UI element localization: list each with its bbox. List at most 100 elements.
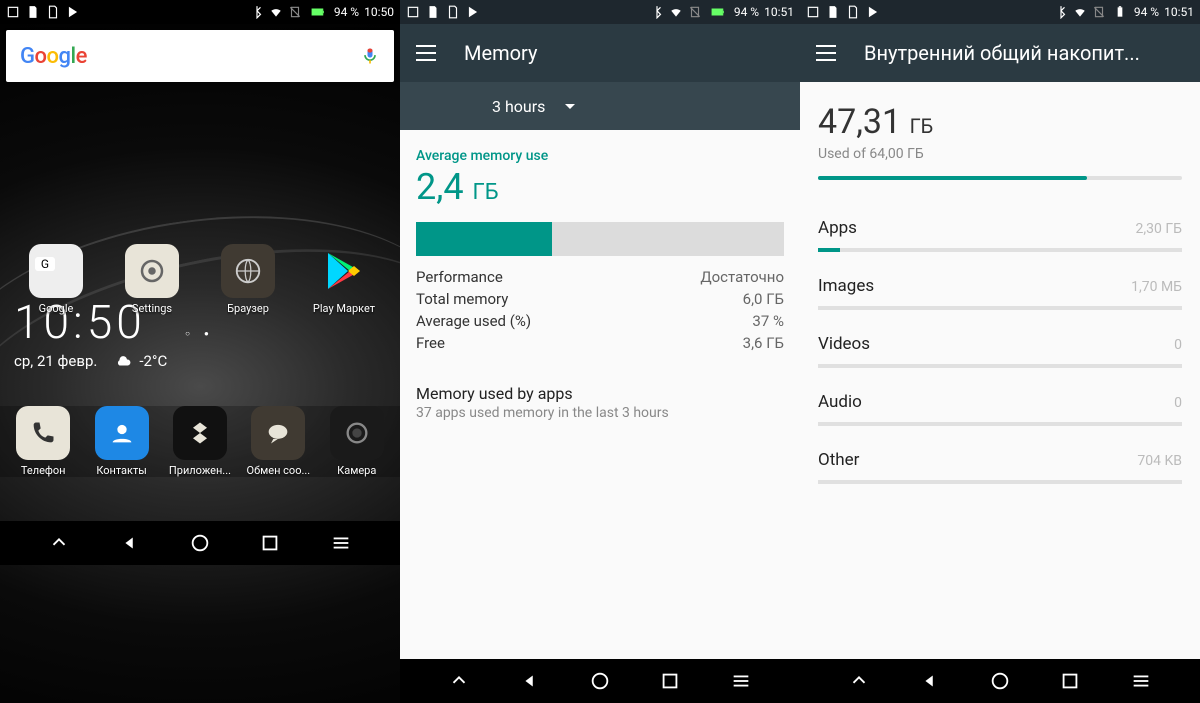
storage-settings-screen: 94 % 10:51 Внутренний общий накопит... 4…	[800, 0, 1200, 703]
status-bar: 94 % 10:51	[800, 0, 1200, 24]
page-indicator: ○ ●	[0, 329, 400, 338]
category-value: 704 KB	[1137, 453, 1182, 469]
google-search-bar[interactable]: Google	[6, 30, 394, 82]
screenshot-icon	[6, 5, 20, 19]
nav-home-icon[interactable]	[589, 670, 611, 692]
dock-phone[interactable]: Телефон	[7, 406, 79, 477]
dock-camera[interactable]: Камера	[321, 406, 393, 477]
page-title: Внутренний общий накопит...	[864, 41, 1140, 65]
wifi-icon	[269, 5, 283, 19]
storage-category[interactable]: Videos 0	[818, 310, 1182, 368]
category-value: 0	[1174, 337, 1182, 353]
bluetooth-icon	[250, 5, 264, 19]
app-settings[interactable]: Settings	[116, 244, 188, 315]
storage-category[interactable]: Audio0	[818, 368, 1182, 426]
bluetooth-icon	[1054, 5, 1068, 19]
nav-recent-icon[interactable]	[259, 532, 281, 554]
battery-icon	[1111, 5, 1129, 19]
sim-icon	[446, 5, 460, 19]
storage-summary: 47,31 ГБ Used of 64,00 ГБ	[800, 82, 1200, 190]
battery-pct: 94 %	[734, 5, 759, 19]
dock-apps[interactable]: Приложен...	[164, 406, 236, 477]
nav-recent-icon[interactable]	[1059, 670, 1081, 692]
status-bar: 94 % 10:51	[400, 0, 800, 24]
app-google-folder[interactable]: G Google	[20, 244, 92, 315]
avg-memory-label: Average memory use	[416, 148, 784, 164]
memory-settings-screen: 94 % 10:51 Memory 3 hours Average memory…	[400, 0, 800, 703]
category-name: Images	[818, 276, 874, 296]
widget-weather: -2°C	[115, 352, 167, 370]
dock-messages[interactable]: Обмен соо...	[242, 406, 314, 477]
storage-category[interactable]: Apps2,30 ГБ	[818, 194, 1182, 252]
nav-bar	[400, 659, 800, 703]
sd-icon	[426, 5, 440, 19]
hamburger-icon[interactable]	[416, 45, 436, 61]
nav-back-icon[interactable]	[119, 532, 141, 554]
category-bar	[818, 364, 1182, 368]
page-title: Memory	[464, 41, 537, 65]
clock: 10:50	[364, 5, 394, 19]
stat-value: 37 %	[752, 312, 784, 330]
app-bar: Внутренний общий накопит...	[800, 24, 1200, 82]
nav-voice-icon[interactable]	[848, 670, 870, 692]
no-sim-icon	[288, 5, 302, 19]
bluetooth-icon	[650, 5, 664, 19]
wifi-icon	[1073, 5, 1087, 19]
battery-pct: 94 %	[1134, 5, 1159, 19]
stat-key: Average used (%)	[416, 312, 531, 330]
category-bar	[818, 306, 1182, 310]
category-value: 0	[1174, 395, 1182, 411]
chevron-down-icon	[565, 104, 575, 109]
timespan-dropdown[interactable]: 3 hours	[400, 82, 800, 130]
wifi-icon	[669, 5, 683, 19]
play-icon	[866, 5, 880, 19]
sd-icon	[826, 5, 840, 19]
nav-menu-icon[interactable]	[730, 670, 752, 692]
stat-value: 6,0 ГБ	[743, 290, 784, 308]
stat-value: 3,6 ГБ	[743, 334, 784, 352]
app-browser[interactable]: Браузер	[212, 244, 284, 315]
storage-category[interactable]: Other 704 KB	[818, 426, 1182, 484]
apps-memory-sub: 37 apps used memory in the last 3 hours	[416, 405, 784, 421]
storage-used-value: 47,31 ГБ	[818, 102, 1182, 142]
nav-recent-icon[interactable]	[659, 670, 681, 692]
play-icon	[66, 5, 80, 19]
memory-stat-row: PerformanceДостаточно	[416, 266, 784, 288]
hamburger-icon[interactable]	[816, 45, 836, 61]
nav-home-icon[interactable]	[189, 532, 211, 554]
nav-bar	[0, 521, 400, 565]
nav-home-icon[interactable]	[989, 670, 1011, 692]
battery-icon	[707, 5, 729, 19]
nav-bar	[800, 659, 1200, 703]
storage-used-sub: Used of 64,00 ГБ	[818, 146, 1182, 162]
nav-voice-icon[interactable]	[448, 670, 470, 692]
category-value: 2,30 ГБ	[1136, 221, 1182, 237]
apps-memory-title[interactable]: Memory used by apps	[416, 384, 784, 403]
dock-contacts[interactable]: Контакты	[86, 406, 158, 477]
storage-bar	[818, 176, 1182, 180]
category-bar	[818, 480, 1182, 484]
widget-date: ср, 21 февр.	[14, 352, 97, 370]
memory-stat-row: Average used (%) 37 %	[416, 310, 784, 332]
app-bar: Memory	[400, 24, 800, 82]
home-screen: 94 % 10:50 Google 10:50 ср, 21 февр. -2°…	[0, 0, 400, 703]
category-name: Other	[818, 450, 859, 470]
nav-menu-icon[interactable]	[330, 532, 352, 554]
stat-value: Достаточно	[700, 268, 784, 286]
mic-icon[interactable]	[360, 46, 380, 66]
category-name: Videos	[818, 334, 870, 354]
category-value: 1,70 МБ	[1131, 279, 1182, 295]
nav-back-icon[interactable]	[519, 670, 541, 692]
storage-category[interactable]: Images 1,70 МБ	[818, 252, 1182, 310]
memory-stat-row: Free3,6 ГБ	[416, 332, 784, 354]
nav-back-icon[interactable]	[919, 670, 941, 692]
clock: 10:51	[764, 5, 794, 19]
screenshot-icon	[806, 5, 820, 19]
battery-icon	[307, 5, 329, 19]
nav-menu-icon[interactable]	[1130, 670, 1152, 692]
app-play-market[interactable]: Play Маркет	[308, 244, 380, 315]
timespan-label: 3 hours	[492, 97, 545, 116]
memory-stat-row: Total memory 6,0 ГБ	[416, 288, 784, 310]
nav-voice-icon[interactable]	[48, 532, 70, 554]
stat-key: Total memory	[416, 290, 508, 308]
